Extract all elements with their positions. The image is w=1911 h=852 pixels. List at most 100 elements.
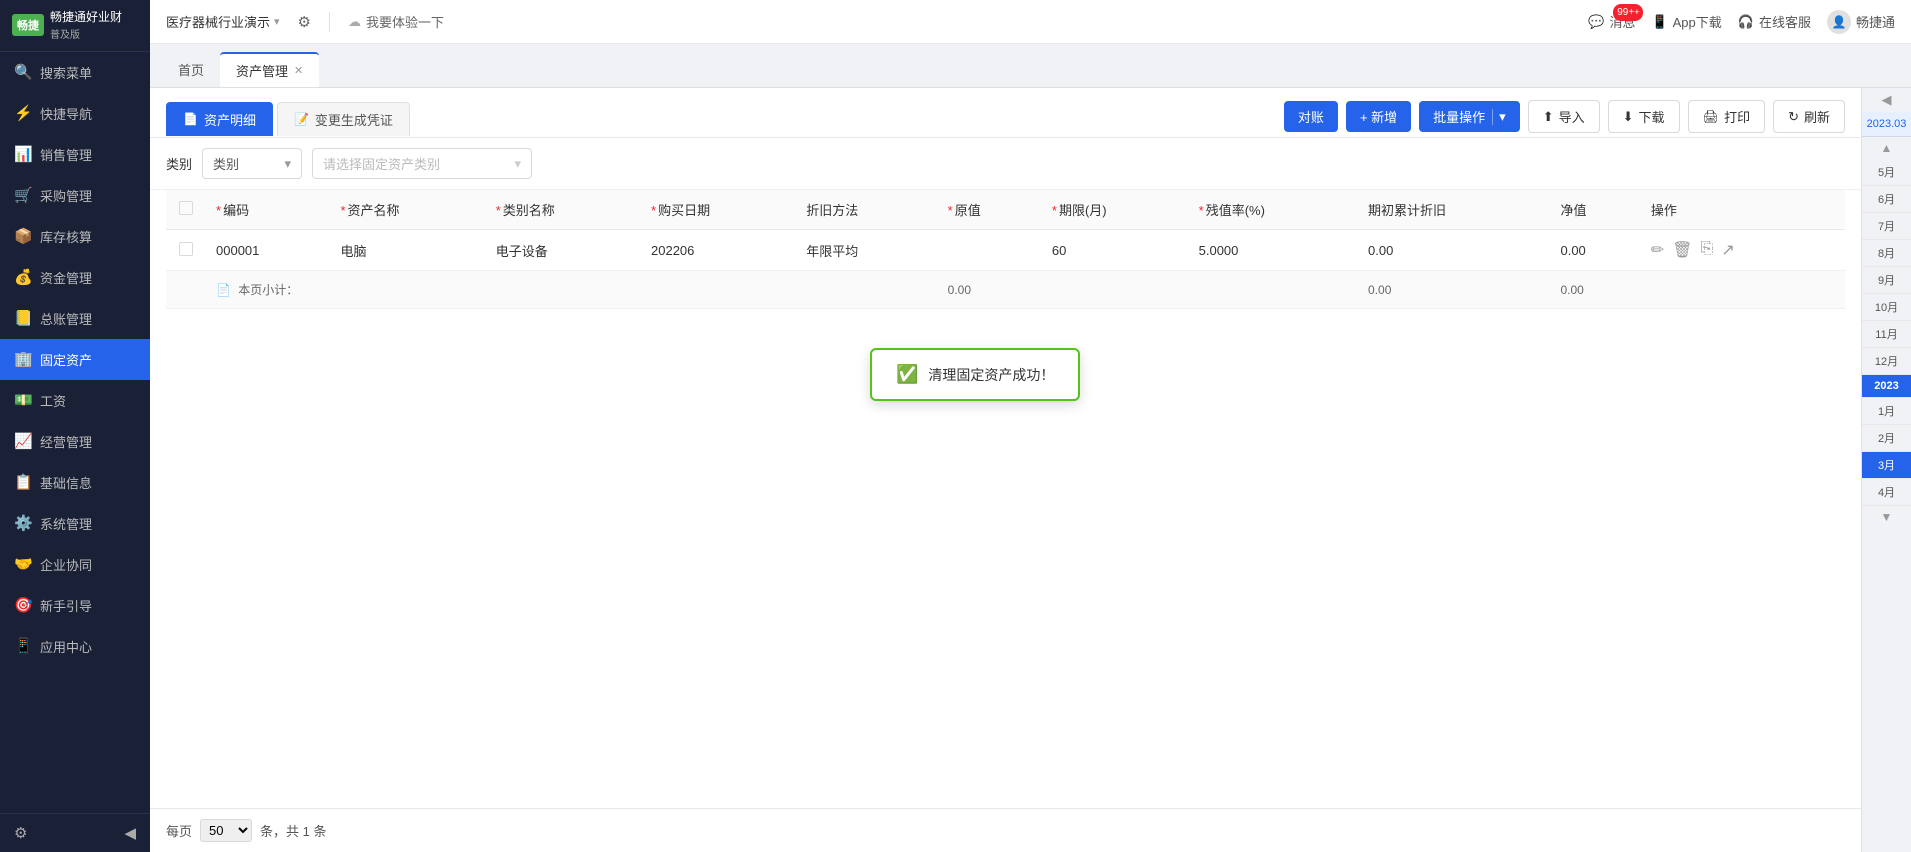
online-service-btn[interactable]: 🎧 在线客服 <box>1738 12 1811 31</box>
cloud-icon: ☁ <box>348 14 361 30</box>
copy-icon[interactable]: ⎘ <box>1701 240 1714 260</box>
sidebar: 畅捷 畅捷通好业财 普及版 🔍搜索菜单⚡快捷导航📊销售管理🛒采购管理📦库存核算💰… <box>0 0 150 852</box>
app-download-btn[interactable]: 📱 App下载 <box>1651 12 1721 31</box>
more-icon[interactable]: ↗ <box>1721 240 1734 260</box>
asset-category-placeholder[interactable]: 请选择固定资产类别 ▾ <box>312 148 532 179</box>
asset-detail-label: 资产明细 <box>204 110 256 129</box>
sidebar-item-fixed-assets[interactable]: 🏢固定资产 <box>0 339 150 380</box>
sidebar-item-ledger[interactable]: 📒总账管理 <box>0 298 150 339</box>
collapse-icon[interactable]: ◀ <box>124 824 136 842</box>
sub-tab-asset-detail[interactable]: 📄 资产明细 <box>166 102 273 136</box>
sidebar-item-payroll[interactable]: 💵工资 <box>0 380 150 421</box>
asset-table: *编码 *资产名称 *类别名称 *购买日期 折旧方法 *原值 *期限(月) *残… <box>166 190 1845 309</box>
pagination-total: 条，共 1 条 <box>260 821 326 840</box>
search-icon: 🔍 <box>14 63 32 81</box>
sidebar-item-label: 经营管理 <box>40 432 92 451</box>
timeline-aug[interactable]: 8月 <box>1862 240 1911 267</box>
print-btn[interactable]: 🖨 打印 <box>1688 100 1766 133</box>
sidebar-item-capital[interactable]: 💰资金管理 <box>0 257 150 298</box>
timeline-apr[interactable]: 4月 <box>1862 479 1911 506</box>
per-page-select[interactable]: 50 100 <box>200 819 252 842</box>
sidebar-item-label: 固定资产 <box>40 350 92 369</box>
settings-gear-icon[interactable]: ⚙ <box>298 13 311 31</box>
tab-home[interactable]: 首页 <box>166 53 216 86</box>
sidebar-item-label: 基础信息 <box>40 473 92 492</box>
batch-ops-label: 批量操作 <box>1433 107 1485 126</box>
sidebar-item-app-center[interactable]: 📱应用中心 <box>0 626 150 667</box>
timeline-may[interactable]: 5月 <box>1862 159 1911 186</box>
refresh-label: 刷新 <box>1804 107 1830 126</box>
batch-ops-btn[interactable]: 批量操作 ▾ <box>1419 101 1520 132</box>
sidebar-item-search[interactable]: 🔍搜索菜单 <box>0 52 150 93</box>
settings-icon[interactable]: ⚙ <box>14 824 27 842</box>
select-all-checkbox[interactable] <box>179 201 193 215</box>
download-btn[interactable]: ⬇ 下载 <box>1608 100 1680 133</box>
new-btn[interactable]: + 新增 <box>1346 101 1411 132</box>
company-selector[interactable]: 医疗器械行业演示 ▾ <box>166 12 280 31</box>
sidebar-item-purchase[interactable]: 🛒采购管理 <box>0 175 150 216</box>
category-label: 类别 <box>166 154 192 173</box>
sidebar-item-system[interactable]: ⚙️系统管理 <box>0 503 150 544</box>
timeline-collapse-btn[interactable]: ◀ <box>1862 88 1911 112</box>
import-btn[interactable]: ⬆ 导入 <box>1528 100 1600 133</box>
category-select[interactable]: 类别 ▾ <box>202 148 302 179</box>
reconcile-btn[interactable]: 对账 <box>1284 101 1338 132</box>
sidebar-item-inventory[interactable]: 📦库存核算 <box>0 216 150 257</box>
asset-detail-icon: 📄 <box>183 112 198 126</box>
timeline-feb[interactable]: 2月 <box>1862 425 1911 452</box>
edit-icon[interactable]: ✏ <box>1651 240 1664 260</box>
system-icon: ⚙️ <box>14 514 32 532</box>
timeline-jan[interactable]: 1月 <box>1862 398 1911 425</box>
row-checkbox[interactable] <box>179 242 193 256</box>
delete-icon[interactable]: 🗑 <box>1672 240 1692 260</box>
sales-icon: 📊 <box>14 145 32 163</box>
experience-btn[interactable]: ☁ 我要体验一下 <box>348 12 444 31</box>
timeline-nov[interactable]: 11月 <box>1862 321 1911 348</box>
timeline-sep[interactable]: 9月 <box>1862 267 1911 294</box>
refresh-btn[interactable]: ↻ 刷新 <box>1773 100 1845 133</box>
app-download-label: App下载 <box>1673 12 1722 31</box>
purchase-icon: 🛒 <box>14 186 32 204</box>
sidebar-item-sales[interactable]: 📊销售管理 <box>0 134 150 175</box>
row-residual-rate: 5.0000 <box>1189 230 1358 271</box>
sidebar-item-quick-nav[interactable]: ⚡快捷导航 <box>0 93 150 134</box>
sidebar-item-label: 应用中心 <box>40 637 92 656</box>
sidebar-item-operations[interactable]: 📈经营管理 <box>0 421 150 462</box>
payroll-icon: 💵 <box>14 391 32 409</box>
topbar: 医疗器械行业演示 ▾ ⚙ ☁ 我要体验一下 💬 消息 99++ 📱 App下载 … <box>150 0 1911 44</box>
col-purchase-date: 购买日期 <box>658 203 710 218</box>
logo-subtitle: 普及版 <box>50 26 122 41</box>
timeline-dec[interactable]: 12月 <box>1862 348 1911 375</box>
timeline-jun[interactable]: 6月 <box>1862 186 1911 213</box>
timeline-header: 2023.03 <box>1862 112 1911 137</box>
phone-icon: 📱 <box>1651 14 1667 30</box>
user-menu[interactable]: 👤 畅捷通 <box>1827 10 1895 34</box>
sub-tab-generate-voucher[interactable]: 📝 变更生成凭证 <box>277 102 410 136</box>
print-label: 打印 <box>1724 107 1750 126</box>
logo-icon: 畅捷 <box>12 14 44 36</box>
messages-badge: 99++ <box>1613 4 1643 21</box>
timeline-mar[interactable]: 3月 <box>1862 452 1911 479</box>
placeholder-arrow-icon: ▾ <box>514 156 521 172</box>
sidebar-item-label: 库存核算 <box>40 227 92 246</box>
timeline-jul[interactable]: 7月 <box>1862 213 1911 240</box>
timeline-oct[interactable]: 10月 <box>1862 294 1911 321</box>
filter-row: 类别 类别 ▾ 请选择固定资产类别 ▾ <box>150 138 1861 190</box>
timeline-year-2023[interactable]: 2023 <box>1862 375 1911 398</box>
timeline-down-btn[interactable]: ▼ <box>1862 506 1911 528</box>
sidebar-item-basic-info[interactable]: 📋基础信息 <box>0 462 150 503</box>
col-category: 类别名称 <box>503 203 555 218</box>
messages-btn[interactable]: 💬 消息 99++ <box>1588 12 1635 31</box>
col-period: 期限(月) <box>1059 203 1107 218</box>
main-area: 医疗器械行业演示 ▾ ⚙ ☁ 我要体验一下 💬 消息 99++ 📱 App下载 … <box>150 0 1911 852</box>
logo-title: 畅捷通好业财 <box>50 10 122 26</box>
tab-asset-mgmt[interactable]: 资产管理 ✕ <box>220 52 319 87</box>
col-net-value: 净值 <box>1560 203 1586 218</box>
sidebar-item-guide[interactable]: 🎯新手引导 <box>0 585 150 626</box>
row-actions: ✏ 🗑 ⎘ ↗ <box>1651 240 1835 260</box>
sidebar-item-enterprise[interactable]: 🤝企业协同 <box>0 544 150 585</box>
import-icon: ⬆ <box>1543 109 1554 125</box>
timeline-up-btn[interactable]: ▲ <box>1862 137 1911 159</box>
col-code: 编码 <box>223 203 249 218</box>
tab-close-icon[interactable]: ✕ <box>294 64 303 77</box>
